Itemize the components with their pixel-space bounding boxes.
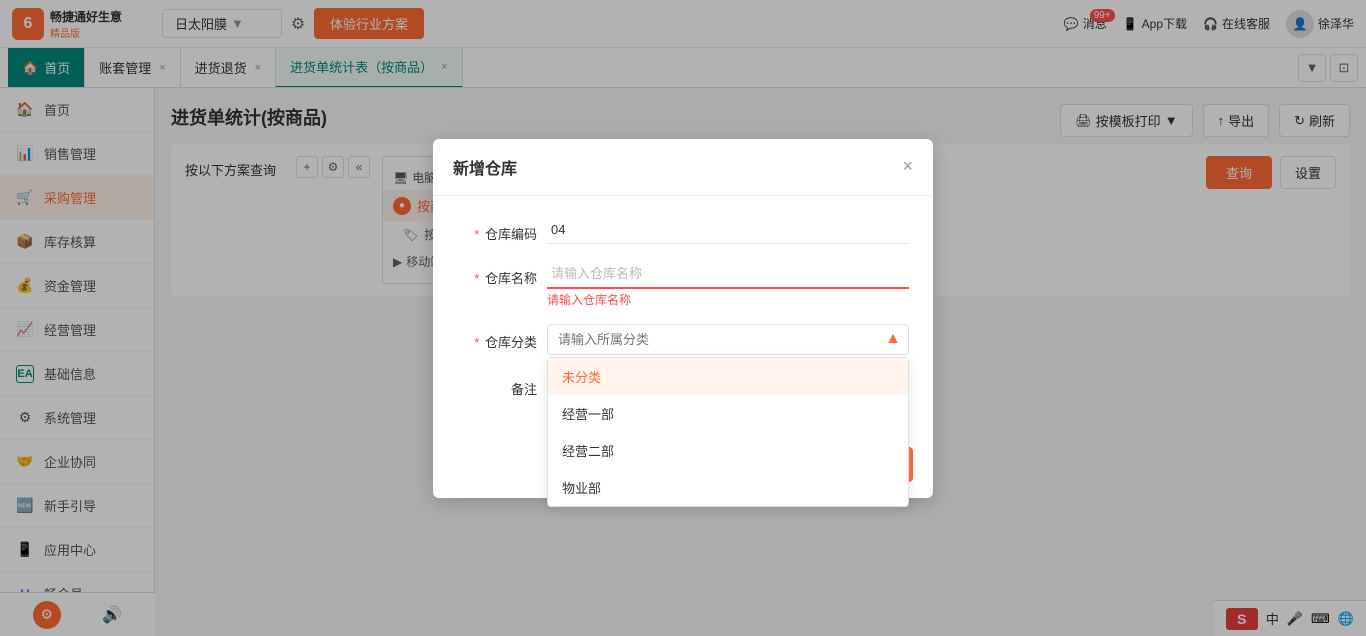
warehouse-category-input[interactable] bbox=[547, 324, 909, 355]
dialog-body: * 仓库编码 * 仓库名称 请输入仓库名称 * bbox=[433, 196, 933, 435]
warehouse-name-error: 请输入仓库名称 bbox=[547, 291, 909, 308]
warehouse-category-row: * 仓库分类 ▲ 未分类 经营一部 经营二部 物业部 bbox=[457, 324, 909, 355]
overlay: 新增仓库 × * 仓库编码 * 仓库名称 请输入仓库名称 bbox=[0, 0, 1366, 636]
warehouse-category-label: * 仓库分类 bbox=[457, 324, 537, 351]
dialog-title: 新增仓库 bbox=[453, 155, 517, 179]
dialog-header: 新增仓库 × bbox=[433, 139, 933, 196]
warehouse-name-input[interactable] bbox=[547, 260, 909, 289]
warehouse-code-row: * 仓库编码 bbox=[457, 216, 909, 244]
category-option-2[interactable]: 经营二部 bbox=[548, 432, 908, 469]
dialog-close-button[interactable]: × bbox=[902, 156, 913, 177]
warehouse-name-label: * 仓库名称 bbox=[457, 260, 537, 287]
warehouse-name-row: * 仓库名称 请输入仓库名称 bbox=[457, 260, 909, 308]
category-option-1[interactable]: 经营一部 bbox=[548, 395, 908, 432]
warehouse-note-label: 备注 bbox=[457, 371, 537, 398]
category-option-3[interactable]: 物业部 bbox=[548, 469, 908, 506]
category-option-0[interactable]: 未分类 bbox=[548, 358, 908, 395]
category-toggle-icon[interactable]: ▲ bbox=[885, 330, 901, 348]
add-warehouse-dialog: 新增仓库 × * 仓库编码 * 仓库名称 请输入仓库名称 bbox=[433, 139, 933, 498]
warehouse-code-label: * 仓库编码 bbox=[457, 216, 537, 243]
warehouse-code-input[interactable] bbox=[547, 216, 909, 244]
warehouse-name-wrapper: 请输入仓库名称 bbox=[547, 260, 909, 308]
category-dropdown: 未分类 经营一部 经营二部 物业部 bbox=[547, 357, 909, 507]
warehouse-category-wrapper: ▲ 未分类 经营一部 经营二部 物业部 bbox=[547, 324, 909, 355]
